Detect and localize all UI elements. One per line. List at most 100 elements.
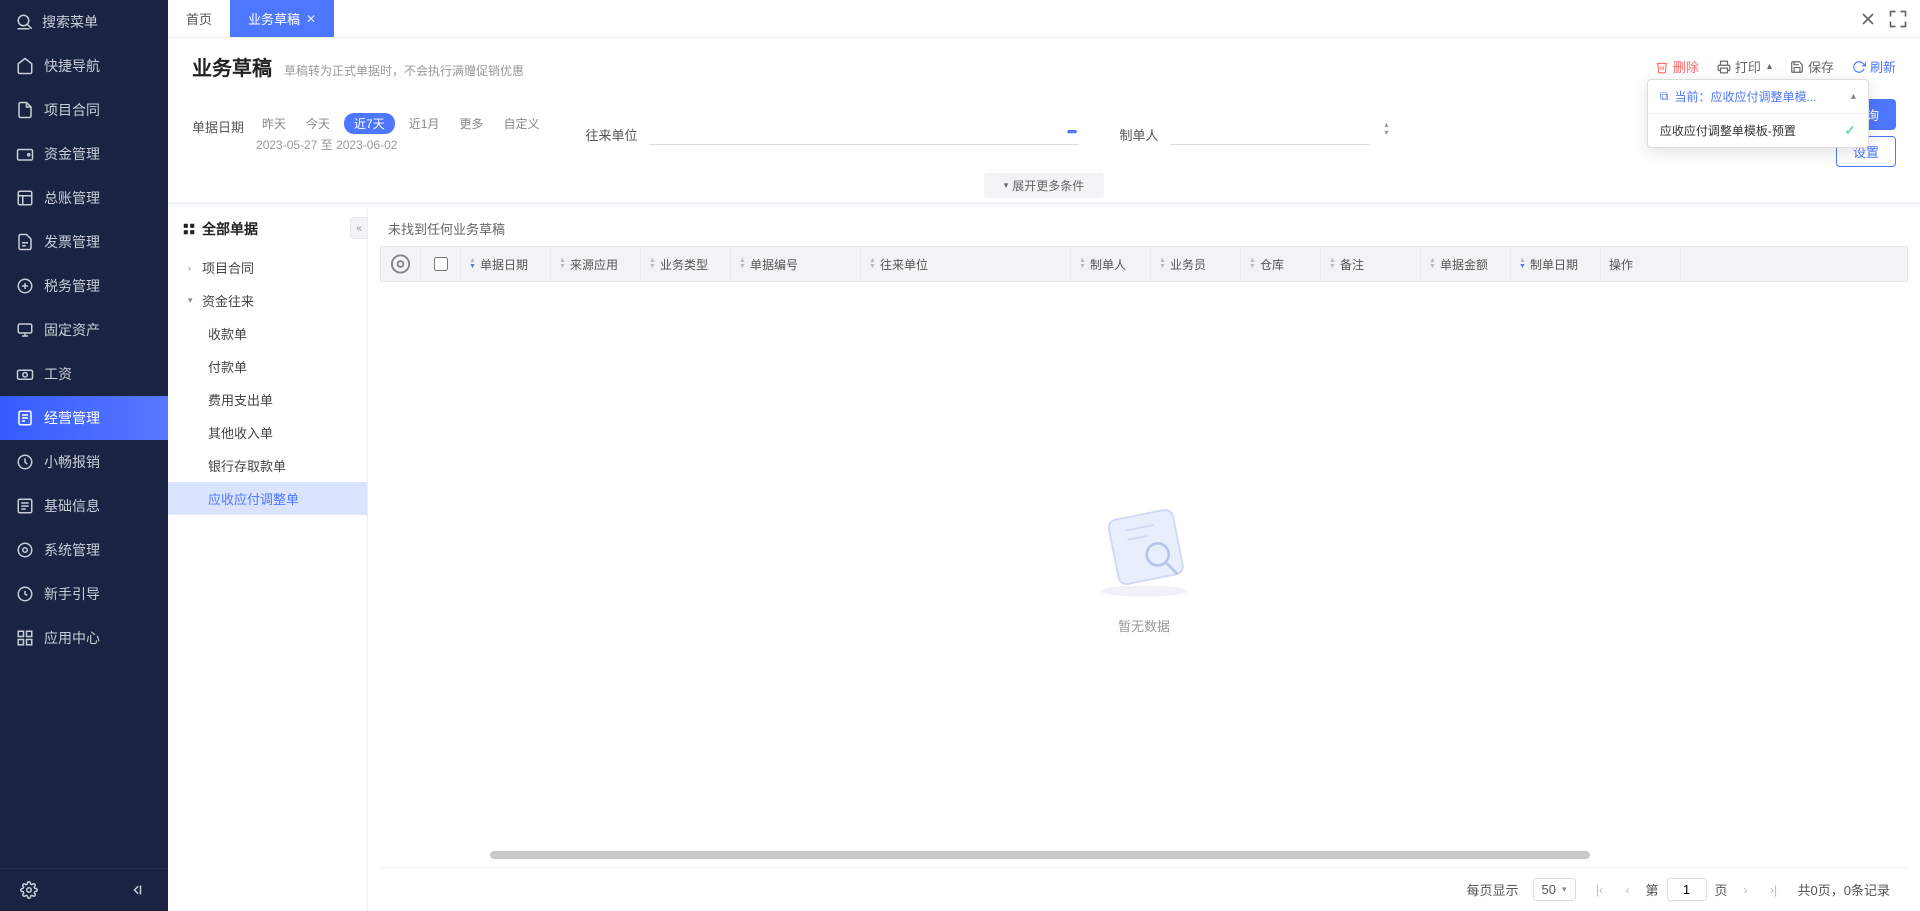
tabs-close-icon[interactable] [1858, 9, 1878, 29]
expand-filters-button[interactable]: ▾ 展开更多条件 [984, 173, 1105, 198]
print-dropdown-header[interactable]: ⧉ 当前：应收应付调整单模... ▴ [1648, 80, 1868, 114]
column-header-8[interactable]: ▲▼备注 [1321, 247, 1421, 281]
sidebar-item-label: 项目合同 [44, 100, 100, 120]
per-page-select[interactable]: 50 ▾ [1533, 878, 1576, 901]
column-header-4[interactable]: ▲▼往来单位 [861, 247, 1071, 281]
date-chip-0[interactable]: 昨天 [256, 113, 292, 134]
tree-leaf-1-1[interactable]: 付款单 [168, 350, 367, 383]
empty-state: 暂无数据 [380, 282, 1908, 845]
doc-tree-header[interactable]: 全部单据 [168, 207, 367, 251]
date-chip-4[interactable]: 更多 [453, 113, 489, 134]
select-all-checkbox[interactable] [421, 247, 461, 281]
print-button[interactable]: 打印 ▴ ⧉ 当前：应收应付调整单模... ▴ 应收应付调整单模板-预置 ✓ [1717, 57, 1772, 76]
sidebar-item-10[interactable]: 基础信息 [0, 484, 168, 528]
sidebar-item-11[interactable]: 系统管理 [0, 528, 168, 572]
column-header-1[interactable]: ▲▼ 来源应用 [551, 247, 641, 281]
sort-icon[interactable]: ▲▼ [1249, 258, 1256, 270]
page-input[interactable] [1667, 878, 1707, 901]
next-page-button[interactable]: › [1736, 880, 1756, 900]
delete-button[interactable]: 删除 [1655, 57, 1699, 76]
column-header-3[interactable]: ▲▼ 单据编号 [731, 247, 861, 281]
sort-icon[interactable]: ▲▼ [1429, 258, 1436, 270]
tree-leaf-1-5[interactable]: 应收应付调整单 [168, 482, 367, 515]
close-icon[interactable]: ✕ [306, 12, 316, 26]
tree-node-1[interactable]: ▾资金往来 [168, 284, 367, 317]
column-header-5[interactable]: ▲▼制单人 [1071, 247, 1151, 281]
sort-icon[interactable]: ▲▼ [1329, 258, 1336, 270]
more-icon[interactable]: ••• [1067, 123, 1076, 139]
date-chip-1[interactable]: 今天 [300, 113, 336, 134]
ledger-icon [16, 189, 34, 207]
column-header-10[interactable]: ▲▼制单日期 [1511, 247, 1601, 281]
sidebar-search[interactable]: 搜索菜单 [0, 0, 168, 44]
column-label: 单据编号 [750, 256, 798, 273]
column-header-9[interactable]: ▲▼单据金额 [1421, 247, 1511, 281]
sidebar-item-12[interactable]: 新手引导 [0, 572, 168, 616]
tree-leaf-1-4[interactable]: 银行存取款单 [168, 449, 367, 482]
sort-icon[interactable]: ▲▼ [1159, 258, 1166, 270]
sidebar-item-9[interactable]: 小畅报销 [0, 440, 168, 484]
prev-page-button[interactable]: ‹ [1618, 880, 1638, 900]
tree-node-0[interactable]: › 项目合同 [168, 251, 367, 284]
column-header-6[interactable]: ▲▼业务员 [1151, 247, 1241, 281]
column-label: 来源应用 [570, 256, 618, 273]
check-icon: ✓ [1844, 122, 1856, 139]
doc-icon [16, 101, 34, 119]
sort-icon[interactable]: ▲▼ [869, 258, 876, 270]
sidebar-item-5[interactable]: 税务管理 [0, 264, 168, 308]
sort-icon[interactable]: ▲▼ [1519, 258, 1526, 270]
column-header-7[interactable]: ▲▼仓库 [1241, 247, 1321, 281]
sidebar-item-6[interactable]: 固定资产 [0, 308, 168, 352]
column-settings-icon[interactable] [381, 247, 421, 281]
main: 首页业务草稿✕ 业务草稿 草稿转为正式单据时，不会执行满赠促销优惠 删除 [168, 0, 1920, 911]
print-template-option[interactable]: 应收应付调整单模板-预置 ✓ [1648, 114, 1868, 147]
collapse-sidebar-icon[interactable] [130, 881, 148, 899]
sort-icon[interactable]: ▲▼ [559, 258, 566, 270]
filter-maker-input[interactable] [1170, 121, 1370, 145]
refresh-button[interactable]: 刷新 [1852, 57, 1896, 76]
collapse-tree-button[interactable]: « [350, 217, 368, 239]
settings-icon[interactable] [20, 881, 38, 899]
sort-icon[interactable]: ▲▼ [649, 258, 656, 270]
sidebar-item-2[interactable]: 资金管理 [0, 132, 168, 176]
tab-1[interactable]: 业务草稿✕ [230, 0, 334, 37]
chevron-right-icon: › [188, 263, 198, 273]
date-chip-3[interactable]: 近1月 [403, 113, 446, 134]
tab-label: 首页 [186, 9, 212, 28]
tree-leaf-1-2[interactable]: 费用支出单 [168, 383, 367, 416]
sidebar-item-label: 经营管理 [44, 408, 100, 428]
save-button[interactable]: 保存 [1790, 57, 1834, 76]
page-subtitle: 草稿转为正式单据时，不会执行满赠促销优惠 [284, 62, 524, 79]
spinner-icon[interactable]: ▴▾ [1384, 121, 1388, 137]
horizontal-scrollbar[interactable] [380, 851, 1908, 861]
filter-maker-label: 制单人 [1119, 121, 1158, 144]
sidebar-item-0[interactable]: 快捷导航 [0, 44, 168, 88]
tree-leaf-1-0[interactable]: 收款单 [168, 317, 367, 350]
tab-0[interactable]: 首页 [168, 0, 230, 37]
sidebar-item-1[interactable]: 项目合同 [0, 88, 168, 132]
sort-icon[interactable]: ▲▼ [739, 258, 746, 270]
content: « 全部单据 › 项目合同 ▾资金往来收款单付款单费用支出单其他收入单银行存取款单应… [168, 203, 1920, 911]
last-page-button[interactable]: ›| [1764, 880, 1784, 900]
date-chip-5[interactable]: 自定义 [497, 113, 545, 134]
sort-icon[interactable]: ▲▼ [469, 258, 476, 270]
tree-leaf-1-3[interactable]: 其他收入单 [168, 416, 367, 449]
system-icon [16, 541, 34, 559]
first-page-button[interactable]: |‹ [1590, 880, 1610, 900]
tree-node-label: 项目合同 [202, 258, 254, 277]
sidebar-item-13[interactable]: 应用中心 [0, 616, 168, 660]
column-header-11[interactable]: 操作 [1601, 247, 1681, 281]
column-header-0[interactable]: ▲▼单据日期 [461, 247, 551, 281]
sidebar-item-4[interactable]: 发票管理 [0, 220, 168, 264]
sidebar-item-label: 发票管理 [44, 232, 100, 252]
sidebar-item-7[interactable]: 工资 [0, 352, 168, 396]
date-chip-2[interactable]: 近7天 [344, 113, 395, 134]
sidebar-item-8[interactable]: 经营管理 [0, 396, 168, 440]
fullscreen-icon[interactable] [1888, 9, 1908, 29]
scrollbar-thumb[interactable] [490, 851, 1590, 859]
sidebar-item-label: 新手引导 [44, 584, 100, 604]
filter-partner-input[interactable] [649, 121, 1079, 145]
sidebar-item-3[interactable]: 总账管理 [0, 176, 168, 220]
column-header-2[interactable]: ▲▼业务类型 [641, 247, 731, 281]
sort-icon[interactable]: ▲▼ [1079, 258, 1086, 270]
